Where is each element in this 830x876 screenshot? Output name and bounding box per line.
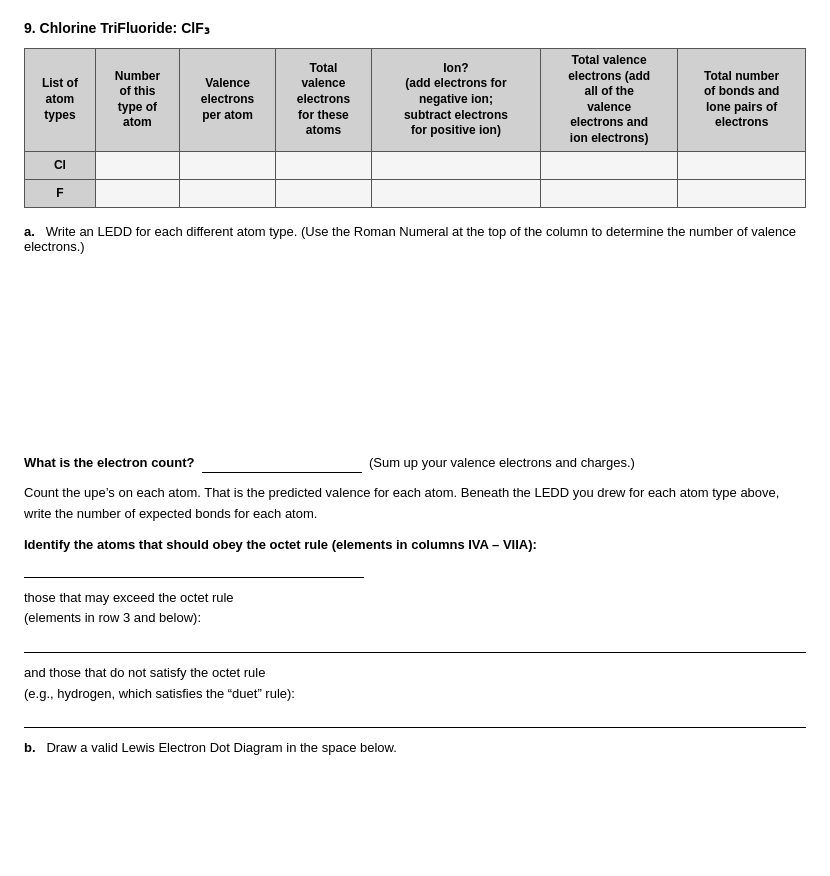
atom-label-cl: Cl	[25, 151, 96, 179]
duet-label: and those that do not satisfy the octet …	[24, 665, 265, 680]
cell-cl-number	[95, 151, 179, 179]
drawing-area	[24, 264, 806, 444]
section-b-label: b.	[24, 740, 36, 755]
col-header-ion: Ion?(add electrons fornegative ion;subtr…	[371, 49, 540, 152]
exceed-label: those that may exceed the octet rule	[24, 590, 234, 605]
section-a-text: Write an LEDD for each different atom ty…	[24, 224, 796, 254]
cell-f-total-valence	[275, 179, 371, 207]
section-b-text: Draw a valid Lewis Electron Dot Diagram …	[46, 740, 396, 755]
cell-f-total-valence-add	[541, 179, 678, 207]
count-instruction: Count the upe’s on each atom. That is th…	[24, 483, 806, 525]
duet-blank[interactable]	[24, 707, 806, 729]
question-title: 9. Chlorine TriFluoride: ClF₃	[24, 20, 806, 36]
cell-f-ion	[371, 179, 540, 207]
table-row-f: F	[25, 179, 806, 207]
octet-label: Identify the atoms that should obey the …	[24, 537, 537, 552]
table-row-cl: Cl	[25, 151, 806, 179]
exceed-blank[interactable]	[24, 631, 806, 653]
octet-blank[interactable]	[24, 556, 364, 578]
cell-cl-ion	[371, 151, 540, 179]
cell-f-total-number	[678, 179, 806, 207]
octet-rule-line: Identify the atoms that should obey the …	[24, 535, 806, 578]
cell-cl-total-valence	[275, 151, 371, 179]
col-header-total-number: Total numberof bonds andlone pairs ofele…	[678, 49, 806, 152]
data-table: List ofatomtypes Numberof thistype ofato…	[24, 48, 806, 208]
electron-count-label: What is the electron count?	[24, 455, 194, 470]
exceed-rule-line: those that may exceed the octet rule (el…	[24, 588, 806, 653]
section-b: b. Draw a valid Lewis Electron Dot Diagr…	[24, 738, 806, 759]
section-a: a. Write an LEDD for each different atom…	[24, 224, 806, 254]
col-header-number-of-this: Numberof thistype ofatom	[95, 49, 179, 152]
cell-f-number	[95, 179, 179, 207]
atom-label-f: F	[25, 179, 96, 207]
exceed-label2: (elements in row 3 and below):	[24, 610, 201, 625]
section-a-label: a.	[24, 224, 35, 239]
col-header-total-valence-add: Total valenceelectrons (addall of theval…	[541, 49, 678, 152]
cell-f-valence	[180, 179, 276, 207]
electron-count-note: (Sum up your valence electrons and charg…	[369, 455, 635, 470]
cell-cl-total-valence-add	[541, 151, 678, 179]
duet-rule-line: and those that do not satisfy the octet …	[24, 663, 806, 728]
electron-count-blank[interactable]	[202, 452, 362, 474]
col-header-total-valence: Totalvalenceelectronsfor theseatoms	[275, 49, 371, 152]
col-header-valence-electrons: Valenceelectronsper atom	[180, 49, 276, 152]
cell-cl-valence	[180, 151, 276, 179]
duet-label2: (e.g., hydrogen, which satisfies the “du…	[24, 686, 295, 701]
col-header-list-of-atom-types: List ofatomtypes	[25, 49, 96, 152]
electron-count-line: What is the electron count? (Sum up your…	[24, 452, 806, 474]
cell-cl-total-number	[678, 151, 806, 179]
